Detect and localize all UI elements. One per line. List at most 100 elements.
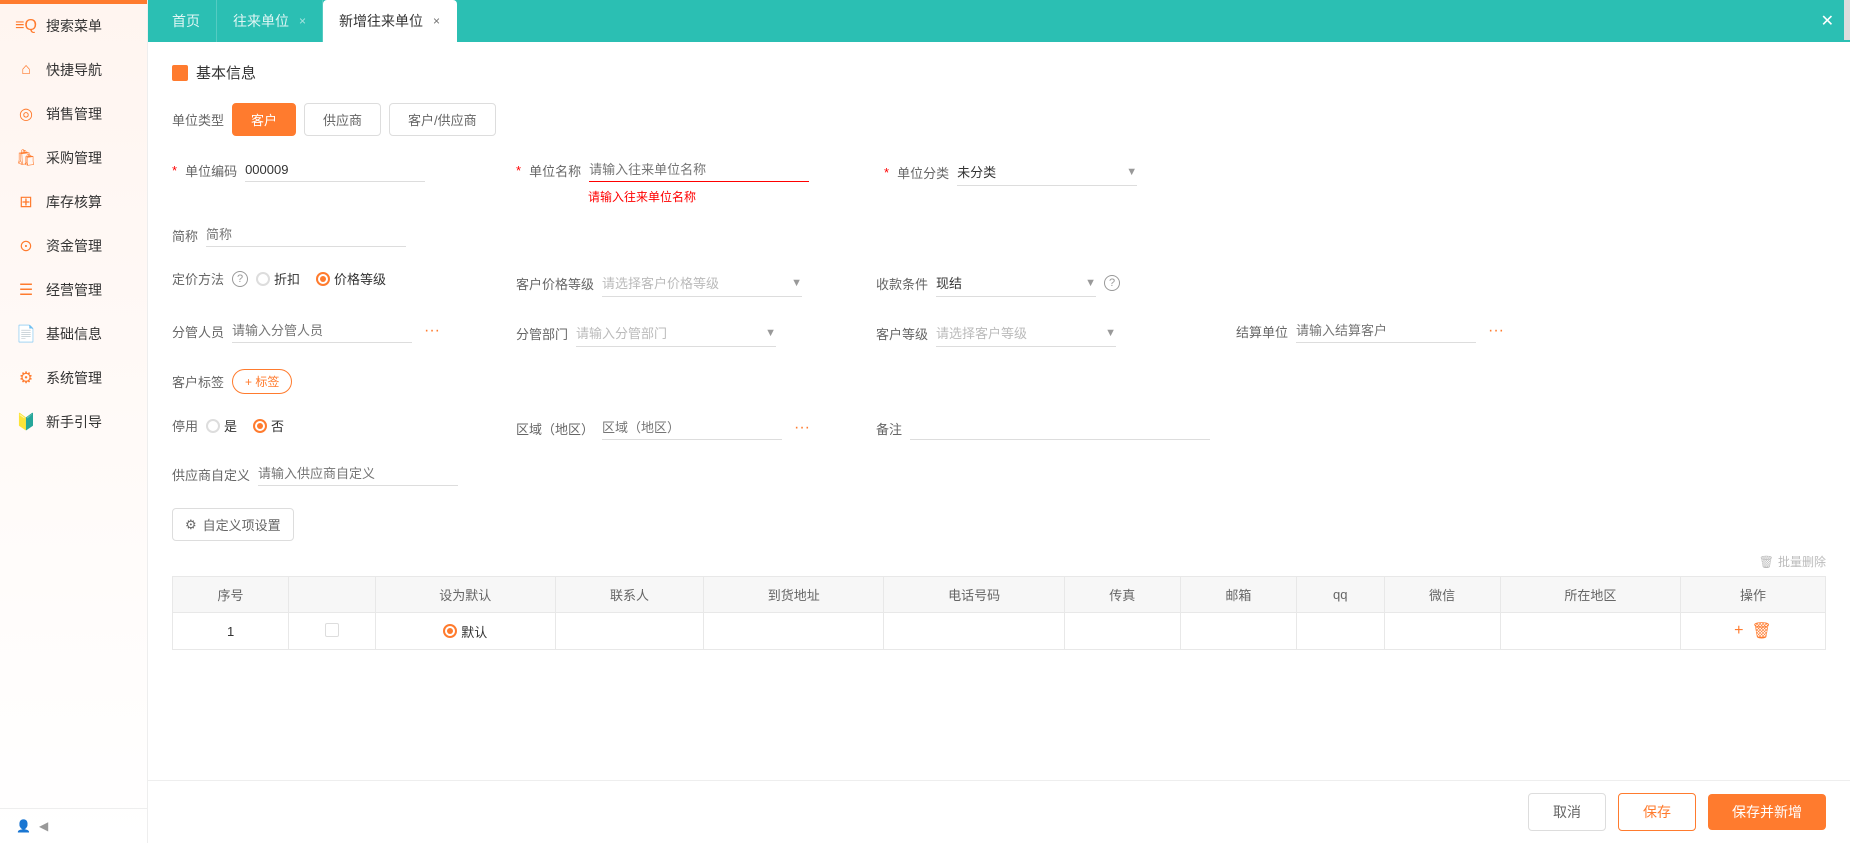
customer-level-select[interactable]: 请选择客户等级 ▼	[936, 319, 1116, 347]
sidebar-item-label: 搜索菜单	[46, 16, 102, 36]
pricing-row: 定价方法 ? 折扣 价格等级 客户价格等级 请选择客户价格等级	[172, 269, 1826, 301]
sidebar-item-guide[interactable]: 🔰 新手引导	[0, 400, 147, 444]
row-region[interactable]	[1500, 613, 1680, 650]
short-name-field: 简称	[172, 223, 492, 247]
payment-terms-label: 收款条件	[876, 274, 928, 293]
sidebar-item-system[interactable]: ⚙ 系统管理	[0, 356, 147, 400]
batch-delete-btn[interactable]: 🗑 批量删除	[172, 553, 1826, 570]
remark-input[interactable]	[910, 416, 1210, 440]
unit-category-field: * 单位分类 未分类 ▼	[884, 158, 1204, 186]
customer-price-level-field: 客户价格等级 请选择客户价格等级 ▼	[516, 269, 836, 297]
sidebar-item-inventory[interactable]: ⊞ 库存核算	[0, 180, 147, 224]
payment-terms-select[interactable]: 现结 ▼	[936, 269, 1096, 297]
supplier-custom-input[interactable]	[258, 462, 458, 486]
pricing-radio-level[interactable]: 价格等级	[316, 269, 386, 288]
row-action-btns: + 🗑	[1691, 621, 1815, 641]
settlement-unit-input[interactable]	[1296, 319, 1476, 343]
sidebar-item-quick-nav[interactable]: ⌂ 快捷导航	[0, 48, 147, 92]
customer-price-level-label: 客户价格等级	[516, 274, 594, 293]
cancel-button[interactable]: 取消	[1528, 793, 1606, 831]
unit-name-input[interactable]	[589, 158, 809, 182]
pricing-radio-group: 折扣 价格等级	[256, 269, 386, 288]
table-row: 1 默认	[173, 613, 1826, 650]
row-phone[interactable]	[884, 613, 1064, 650]
tab-home[interactable]: 首页	[156, 0, 217, 42]
col-email: 邮箱	[1180, 577, 1296, 613]
sidebar-item-finance[interactable]: ⊙ 资金管理	[0, 224, 147, 268]
col-no: 序号	[173, 577, 289, 613]
system-icon: ⚙	[16, 368, 36, 388]
unit-name-label: 单位名称	[529, 161, 581, 180]
sidebar-item-purchase[interactable]: 🛍 采购管理	[0, 136, 147, 180]
unit-type-customer-btn[interactable]: 客户	[232, 103, 296, 136]
main-area: 首页 往来单位 × 新增往来单位 × ✕ 基本信息 单位类型 客户 供应商 客户…	[148, 0, 1850, 843]
save-button[interactable]: 保存	[1618, 793, 1696, 831]
pricing-help-icon[interactable]: ?	[232, 271, 248, 287]
unit-type-supplier-btn[interactable]: 供应商	[304, 103, 381, 136]
user-avatar-icon: 👤	[16, 819, 31, 833]
settlement-unit-more-btn[interactable]: ···	[1484, 322, 1508, 340]
sidebar-item-sales[interactable]: ◎ 销售管理	[0, 92, 147, 136]
unit-type-both-btn[interactable]: 客户/供应商	[389, 103, 496, 136]
row-add-btn[interactable]: +	[1734, 622, 1743, 640]
tab-partners-close[interactable]: ×	[299, 14, 306, 28]
unit-name-field: * 单位名称	[516, 158, 836, 182]
department-select[interactable]: 请输入分管部门 ▼	[576, 319, 776, 347]
batch-delete-icon: 🗑	[1759, 555, 1774, 569]
sidebar-item-basic[interactable]: 📄 基础信息	[0, 312, 147, 356]
section-icon	[172, 65, 188, 81]
disabled-field: 停用 是 否	[172, 416, 492, 435]
row-checkbox[interactable]	[325, 623, 339, 637]
basic-icon: 📄	[16, 324, 36, 344]
row-checkbox-cell[interactable]	[289, 613, 375, 650]
sidebar-item-search[interactable]: ≡Q 搜索菜单	[0, 4, 147, 48]
customer-price-level-select[interactable]: 请选择客户价格等级 ▼	[602, 269, 802, 297]
tab-new-partner-close[interactable]: ×	[433, 14, 440, 28]
row-address[interactable]	[704, 613, 884, 650]
sidebar-item-label: 资金管理	[46, 236, 102, 256]
sidebar-item-label: 库存核算	[46, 192, 102, 212]
row-contact[interactable]	[555, 613, 703, 650]
col-address: 到货地址	[704, 577, 884, 613]
window-close-icon[interactable]: ✕	[1813, 11, 1842, 31]
manager-input[interactable]	[232, 319, 412, 343]
save-and-new-button[interactable]: 保存并新增	[1708, 794, 1826, 830]
payment-terms-help-icon[interactable]: ?	[1104, 275, 1120, 291]
manager-field: 分管人员 ···	[172, 319, 492, 343]
tab-new-partner[interactable]: 新增往来单位 ×	[323, 0, 457, 42]
row-wechat[interactable]	[1384, 613, 1500, 650]
sidebar-item-operation[interactable]: ☰ 经营管理	[0, 268, 147, 312]
custom-settings-btn[interactable]: ⚙ 自定义项设置	[172, 508, 294, 541]
col-region: 所在地区	[1500, 577, 1680, 613]
row-delete-btn[interactable]: 🗑	[1752, 621, 1772, 641]
remark-field: 备注	[876, 416, 1210, 440]
row-qq[interactable]	[1296, 613, 1384, 650]
disabled-radio-no[interactable]: 否	[253, 416, 284, 435]
region-more-btn[interactable]: ···	[790, 419, 814, 437]
guide-icon: 🔰	[16, 412, 36, 432]
tab-partners[interactable]: 往来单位 ×	[217, 0, 323, 42]
batch-delete-label: 批量删除	[1778, 553, 1826, 570]
row-email[interactable]	[1180, 613, 1296, 650]
row-fax[interactable]	[1064, 613, 1180, 650]
unit-code-input[interactable]	[245, 158, 425, 182]
short-name-label: 简称	[172, 226, 198, 245]
pricing-radio-discount[interactable]: 折扣	[256, 269, 300, 288]
region-input[interactable]	[602, 416, 782, 440]
col-default: 设为默认	[375, 577, 555, 613]
customer-level-field: 客户等级 请选择客户等级 ▼	[876, 319, 1196, 347]
col-wechat: 微信	[1384, 577, 1500, 613]
add-tag-btn[interactable]: + 标签	[232, 369, 292, 394]
row-default-radio[interactable]: 默认	[386, 622, 545, 641]
sidebar-item-label: 采购管理	[46, 148, 102, 168]
required-star-cat: *	[884, 165, 889, 180]
payment-terms-field: 收款条件 现结 ▼ ?	[876, 269, 1196, 297]
manager-more-btn[interactable]: ···	[420, 322, 444, 340]
unit-category-select[interactable]: 未分类 ▼	[957, 158, 1137, 186]
disabled-radio-yes[interactable]: 是	[206, 416, 237, 435]
short-name-input[interactable]	[206, 223, 406, 247]
customer-price-level-placeholder: 请选择客户价格等级	[602, 273, 719, 292]
sidebar-item-label: 经营管理	[46, 280, 102, 300]
unit-category-value: 未分类	[957, 162, 996, 181]
department-label: 分管部门	[516, 324, 568, 343]
